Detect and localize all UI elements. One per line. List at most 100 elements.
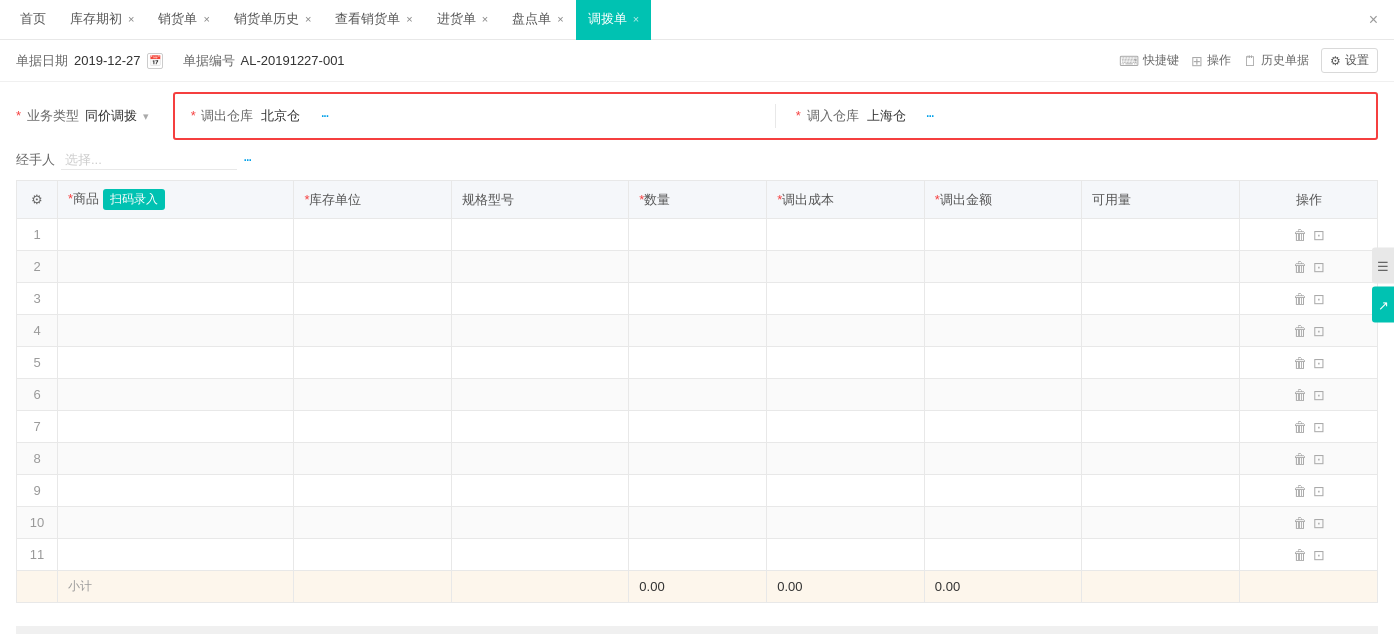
copy-icon[interactable]: ⊡ bbox=[1313, 419, 1325, 435]
cell-available[interactable] bbox=[1082, 475, 1240, 507]
cell-product[interactable] bbox=[58, 379, 294, 411]
cell-amount[interactable] bbox=[924, 283, 1082, 315]
cell-amount[interactable] bbox=[924, 219, 1082, 251]
copy-icon[interactable]: ⊡ bbox=[1313, 355, 1325, 371]
tab-sales-history[interactable]: 销货单历史 × bbox=[222, 0, 323, 40]
tab-inventory-init[interactable]: 库存期初 × bbox=[58, 0, 146, 40]
cell-cost[interactable] bbox=[767, 443, 925, 475]
cell-spec[interactable] bbox=[452, 443, 629, 475]
cell-cost[interactable] bbox=[767, 475, 925, 507]
transfer-in-ellipsis[interactable]: ··· bbox=[926, 107, 933, 125]
copy-icon[interactable]: ⊡ bbox=[1313, 387, 1325, 403]
tab-close-sales-history[interactable]: × bbox=[305, 13, 311, 25]
handler-input[interactable] bbox=[61, 150, 237, 170]
cell-unit[interactable] bbox=[294, 379, 452, 411]
cell-product[interactable] bbox=[58, 539, 294, 571]
cell-unit[interactable] bbox=[294, 507, 452, 539]
cell-product[interactable] bbox=[58, 347, 294, 379]
shortcut-button[interactable]: ⌨ 快捷键 bbox=[1119, 52, 1179, 69]
cell-qty[interactable] bbox=[629, 411, 767, 443]
cell-unit[interactable] bbox=[294, 347, 452, 379]
cell-unit[interactable] bbox=[294, 443, 452, 475]
cell-qty[interactable] bbox=[629, 315, 767, 347]
cell-qty[interactable] bbox=[629, 219, 767, 251]
delete-icon[interactable]: 🗑 bbox=[1293, 451, 1307, 467]
cell-cost[interactable] bbox=[767, 219, 925, 251]
cell-product[interactable] bbox=[58, 283, 294, 315]
cell-amount[interactable] bbox=[924, 347, 1082, 379]
cell-spec[interactable] bbox=[452, 475, 629, 507]
cell-unit[interactable] bbox=[294, 539, 452, 571]
tab-stocktake[interactable]: 盘点单 × bbox=[500, 0, 575, 40]
gear-icon[interactable]: ⚙ bbox=[27, 190, 47, 210]
tab-close-inventory-init[interactable]: × bbox=[128, 13, 134, 25]
delete-icon[interactable]: 🗑 bbox=[1293, 227, 1307, 243]
cell-product[interactable] bbox=[58, 507, 294, 539]
cell-cost[interactable] bbox=[767, 507, 925, 539]
copy-icon[interactable]: ⊡ bbox=[1313, 547, 1325, 563]
cell-available[interactable] bbox=[1082, 443, 1240, 475]
cell-product[interactable] bbox=[58, 251, 294, 283]
copy-icon[interactable]: ⊡ bbox=[1313, 483, 1325, 499]
copy-icon[interactable]: ⊡ bbox=[1313, 259, 1325, 275]
cell-cost[interactable] bbox=[767, 315, 925, 347]
cell-unit[interactable] bbox=[294, 475, 452, 507]
cell-product[interactable] bbox=[58, 443, 294, 475]
cell-amount[interactable] bbox=[924, 539, 1082, 571]
cell-amount[interactable] bbox=[924, 507, 1082, 539]
cell-unit[interactable] bbox=[294, 251, 452, 283]
cell-amount[interactable] bbox=[924, 475, 1082, 507]
transfer-in-value[interactable]: 上海仓 bbox=[867, 107, 906, 125]
delete-icon[interactable]: 🗑 bbox=[1293, 483, 1307, 499]
side-list-button[interactable]: ☰ bbox=[1372, 248, 1394, 284]
delete-icon[interactable]: 🗑 bbox=[1293, 387, 1307, 403]
cell-cost[interactable] bbox=[767, 411, 925, 443]
cell-available[interactable] bbox=[1082, 347, 1240, 379]
tab-close-view-sales[interactable]: × bbox=[406, 13, 412, 25]
cell-amount[interactable] bbox=[924, 315, 1082, 347]
delete-icon[interactable]: 🗑 bbox=[1293, 323, 1307, 339]
cell-qty[interactable] bbox=[629, 507, 767, 539]
cell-unit[interactable] bbox=[294, 219, 452, 251]
cell-cost[interactable] bbox=[767, 379, 925, 411]
transfer-out-value[interactable]: 北京仓 bbox=[261, 107, 300, 125]
cell-qty[interactable] bbox=[629, 379, 767, 411]
calendar-icon[interactable]: 📅 bbox=[147, 53, 163, 69]
cell-unit[interactable] bbox=[294, 283, 452, 315]
cell-spec[interactable] bbox=[452, 411, 629, 443]
cell-amount[interactable] bbox=[924, 251, 1082, 283]
side-export-button[interactable]: ↗ bbox=[1372, 287, 1394, 323]
copy-icon[interactable]: ⊡ bbox=[1313, 323, 1325, 339]
cell-spec[interactable] bbox=[452, 283, 629, 315]
cell-available[interactable] bbox=[1082, 379, 1240, 411]
business-type-dropdown-icon[interactable]: ▾ bbox=[143, 110, 149, 123]
cell-product[interactable] bbox=[58, 475, 294, 507]
cell-available[interactable] bbox=[1082, 539, 1240, 571]
tab-view-sales[interactable]: 查看销货单 × bbox=[323, 0, 424, 40]
cell-available[interactable] bbox=[1082, 251, 1240, 283]
settings-button[interactable]: ⚙ 设置 bbox=[1321, 48, 1378, 73]
copy-icon[interactable]: ⊡ bbox=[1313, 515, 1325, 531]
table-scroll-bar[interactable] bbox=[16, 626, 1378, 634]
tab-home[interactable]: 首页 bbox=[8, 0, 58, 40]
copy-icon[interactable]: ⊡ bbox=[1313, 227, 1325, 243]
cell-amount[interactable] bbox=[924, 379, 1082, 411]
tab-transfer[interactable]: 调拨单 × bbox=[576, 0, 651, 40]
cell-cost[interactable] bbox=[767, 283, 925, 315]
scan-button[interactable]: 扫码录入 bbox=[103, 189, 165, 210]
history-button[interactable]: 🗒 历史单据 bbox=[1243, 52, 1309, 69]
cell-available[interactable] bbox=[1082, 507, 1240, 539]
cell-spec[interactable] bbox=[452, 539, 629, 571]
cell-cost[interactable] bbox=[767, 347, 925, 379]
cell-spec[interactable] bbox=[452, 251, 629, 283]
cell-qty[interactable] bbox=[629, 347, 767, 379]
cell-product[interactable] bbox=[58, 219, 294, 251]
tab-close-transfer[interactable]: × bbox=[633, 13, 639, 25]
cell-product[interactable] bbox=[58, 315, 294, 347]
cell-cost[interactable] bbox=[767, 539, 925, 571]
cell-available[interactable] bbox=[1082, 315, 1240, 347]
delete-icon[interactable]: 🗑 bbox=[1293, 547, 1307, 563]
cell-spec[interactable] bbox=[452, 315, 629, 347]
delete-icon[interactable]: 🗑 bbox=[1293, 259, 1307, 275]
tab-close-stocktake[interactable]: × bbox=[557, 13, 563, 25]
